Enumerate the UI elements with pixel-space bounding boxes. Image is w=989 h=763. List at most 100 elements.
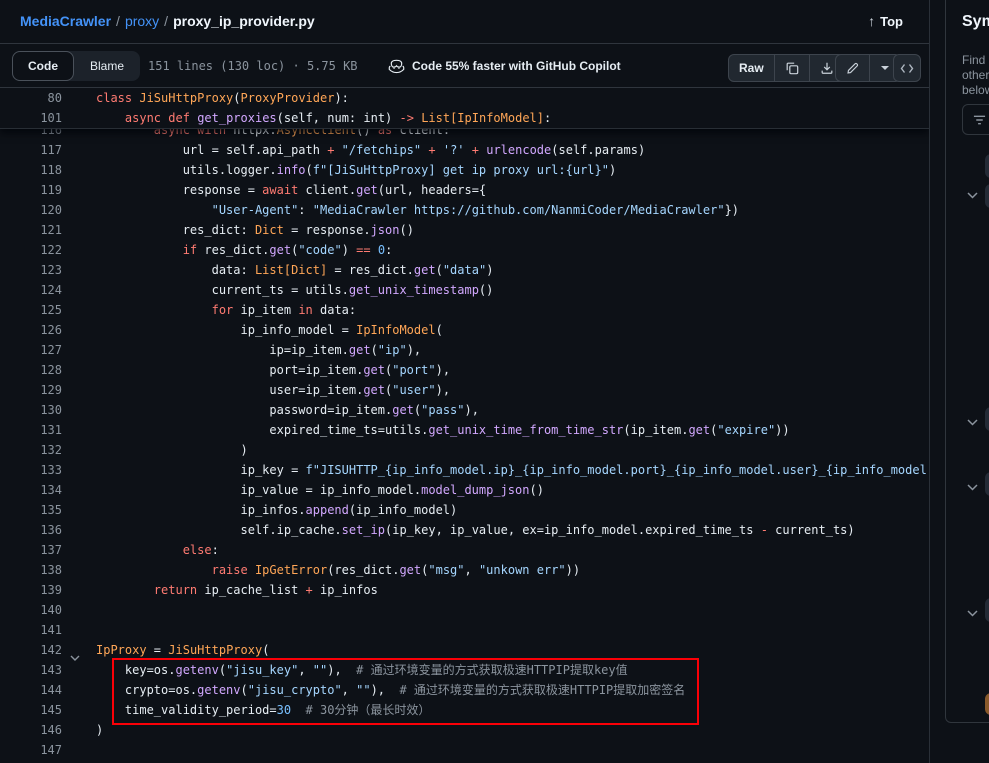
line-number[interactable]: 140 (0, 600, 62, 620)
tab-code[interactable]: Code (12, 51, 74, 81)
edit-group (835, 54, 901, 82)
copilot-icon (388, 58, 405, 75)
chevron-down-icon[interactable] (967, 186, 978, 204)
line-number[interactable]: 123 (0, 260, 62, 280)
code-line-121: 121 res_dict: Dict = response.json() (0, 220, 929, 240)
line-number[interactable]: 126 (0, 320, 62, 340)
code-text: expired_time_ts=utils.get_unix_time_from… (96, 420, 790, 440)
code-line-133: 133 ip_key = f"JISUHTTP_{ip_info_model.i… (0, 460, 929, 480)
line-number[interactable]: 127 (0, 340, 62, 360)
copilot-banner[interactable]: Code 55% faster with GitHub Copilot (388, 44, 621, 88)
code-line-123: 123 data: List[Dict] = res_dict.get("dat… (0, 260, 929, 280)
symbol-list-item[interactable] (985, 472, 989, 496)
line-number[interactable]: 135 (0, 500, 62, 520)
symbols-panel: Symbols Find other below (945, 0, 989, 723)
symbols-panel-toggle-button[interactable] (893, 54, 921, 82)
breadcrumb-folder-link[interactable]: proxy (125, 13, 159, 29)
symbols-panel-title: Symbols (962, 13, 989, 31)
line-number[interactable]: 122 (0, 240, 62, 260)
line-number[interactable]: 101 (0, 108, 62, 128)
breadcrumb-repo-link[interactable]: MediaCrawler (20, 13, 111, 29)
line-number[interactable]: 117 (0, 140, 62, 160)
chevron-down-icon[interactable] (967, 478, 978, 496)
code-line-129: 129 user=ip_item.get("user"), (0, 380, 929, 400)
code-text: utils.logger.info(f"[JiSuHttpProxy] get … (96, 160, 616, 180)
symbol-list-item[interactable] (985, 154, 989, 178)
file-meta: 151 lines (130 loc) · 5.75 KB (148, 44, 358, 88)
raw-copy-download-group: Raw (728, 54, 845, 82)
symbols-panel-description: Find other below (962, 53, 989, 98)
code-line-117: 117 url = self.api_path + "/fetchips" + … (0, 140, 929, 160)
code-line-145: 145 time_validity_period=30 # 30分钟（最长时效） (0, 700, 929, 720)
code-text: current_ts = utils.get_unix_timestamp() (96, 280, 493, 300)
code-lines: 116 async with httpx.AsyncClient() as cl… (0, 120, 929, 760)
code-text: else: (96, 540, 219, 560)
symbol-list-item[interactable] (985, 598, 989, 622)
line-number[interactable]: 131 (0, 420, 62, 440)
code-line-138: 138 raise IpGetError(res_dict.get("msg",… (0, 560, 929, 580)
code-text: ip_key = f"JISUHTTP_{ip_info_model.ip}_{… (96, 460, 927, 480)
code-line-134: 134 ip_value = ip_info_model.model_dump_… (0, 480, 929, 500)
raw-button[interactable]: Raw (729, 55, 775, 81)
line-number[interactable]: 141 (0, 620, 62, 640)
code-text: IpProxy = JiSuHttpProxy( (96, 640, 269, 660)
symbol-list-item[interactable] (985, 407, 989, 431)
symbols-filter-button[interactable] (962, 104, 989, 135)
breadcrumb-separator: / (159, 13, 173, 29)
code-line-139: 139 return ip_cache_list + ip_infos (0, 580, 929, 600)
code-text: raise IpGetError(res_dict.get("msg", "un… (96, 560, 580, 580)
line-number[interactable]: 129 (0, 380, 62, 400)
line-number[interactable]: 145 (0, 700, 62, 720)
line-number[interactable]: 118 (0, 160, 62, 180)
line-number[interactable]: 130 (0, 400, 62, 420)
code-text: async def get_proxies(self, num: int) ->… (96, 108, 551, 128)
code-line-140: 140 (0, 600, 929, 620)
chevron-down-icon[interactable] (967, 604, 978, 622)
edit-file-button[interactable] (836, 55, 870, 81)
line-number[interactable]: 143 (0, 660, 62, 680)
code-viewer: 116 async with httpx.AsyncClient() as cl… (0, 88, 929, 763)
symbol-list-item[interactable] (985, 184, 989, 208)
code-line-132: 132 ) (0, 440, 929, 460)
code-line-147: 147 (0, 740, 929, 760)
code-line-141: 141 (0, 620, 929, 640)
line-number[interactable]: 146 (0, 720, 62, 740)
line-number[interactable]: 133 (0, 460, 62, 480)
chevron-down-icon[interactable] (967, 413, 978, 431)
code-line-127: 127 ip=ip_item.get("ip"), (0, 340, 929, 360)
code-text: ip=ip_item.get("ip"), (96, 340, 421, 360)
line-number[interactable]: 144 (0, 680, 62, 700)
line-number[interactable]: 120 (0, 200, 62, 220)
line-number[interactable]: 139 (0, 580, 62, 600)
breadcrumb-filename: proxy_ip_provider.py (173, 13, 315, 29)
pencil-icon (846, 62, 859, 75)
tab-blame[interactable]: Blame (74, 51, 140, 81)
line-number[interactable]: 128 (0, 360, 62, 380)
code-line-131: 131 expired_time_ts=utils.get_unix_time_… (0, 420, 929, 440)
line-number[interactable]: 121 (0, 220, 62, 240)
line-number[interactable]: 80 (0, 88, 62, 108)
line-number[interactable]: 125 (0, 300, 62, 320)
code-text: if res_dict.get("code") == 0: (96, 240, 392, 260)
code-line-130: 130 password=ip_item.get("pass"), (0, 400, 929, 420)
symbol-kind-badge[interactable] (985, 693, 989, 715)
line-number[interactable]: 138 (0, 560, 62, 580)
line-number[interactable]: 134 (0, 480, 62, 500)
code-text: ip_value = ip_info_model.model_dump_json… (96, 480, 544, 500)
line-number[interactable]: 132 (0, 440, 62, 460)
code-line-101: 101 async def get_proxies(self, num: int… (0, 108, 929, 128)
breadcrumb: MediaCrawler/proxy/proxy_ip_provider.py (20, 0, 315, 43)
filter-icon (973, 114, 986, 126)
line-number[interactable]: 147 (0, 740, 62, 760)
code-line-124: 124 current_ts = utils.get_unix_timestam… (0, 280, 929, 300)
copy-raw-button[interactable] (775, 55, 810, 81)
line-number[interactable]: 136 (0, 520, 62, 540)
code-text: key=os.getenv("jisu_key", ""), # 通过环境变量的… (96, 660, 628, 680)
back-to-top-link[interactable]: ↑Top (868, 0, 903, 43)
line-number[interactable]: 142 (0, 640, 62, 660)
code-text: res_dict: Dict = response.json() (96, 220, 414, 240)
file-toolbar: Code Blame 151 lines (130 loc) · 5.75 KB… (0, 44, 929, 88)
line-number[interactable]: 137 (0, 540, 62, 560)
line-number[interactable]: 124 (0, 280, 62, 300)
line-number[interactable]: 119 (0, 180, 62, 200)
